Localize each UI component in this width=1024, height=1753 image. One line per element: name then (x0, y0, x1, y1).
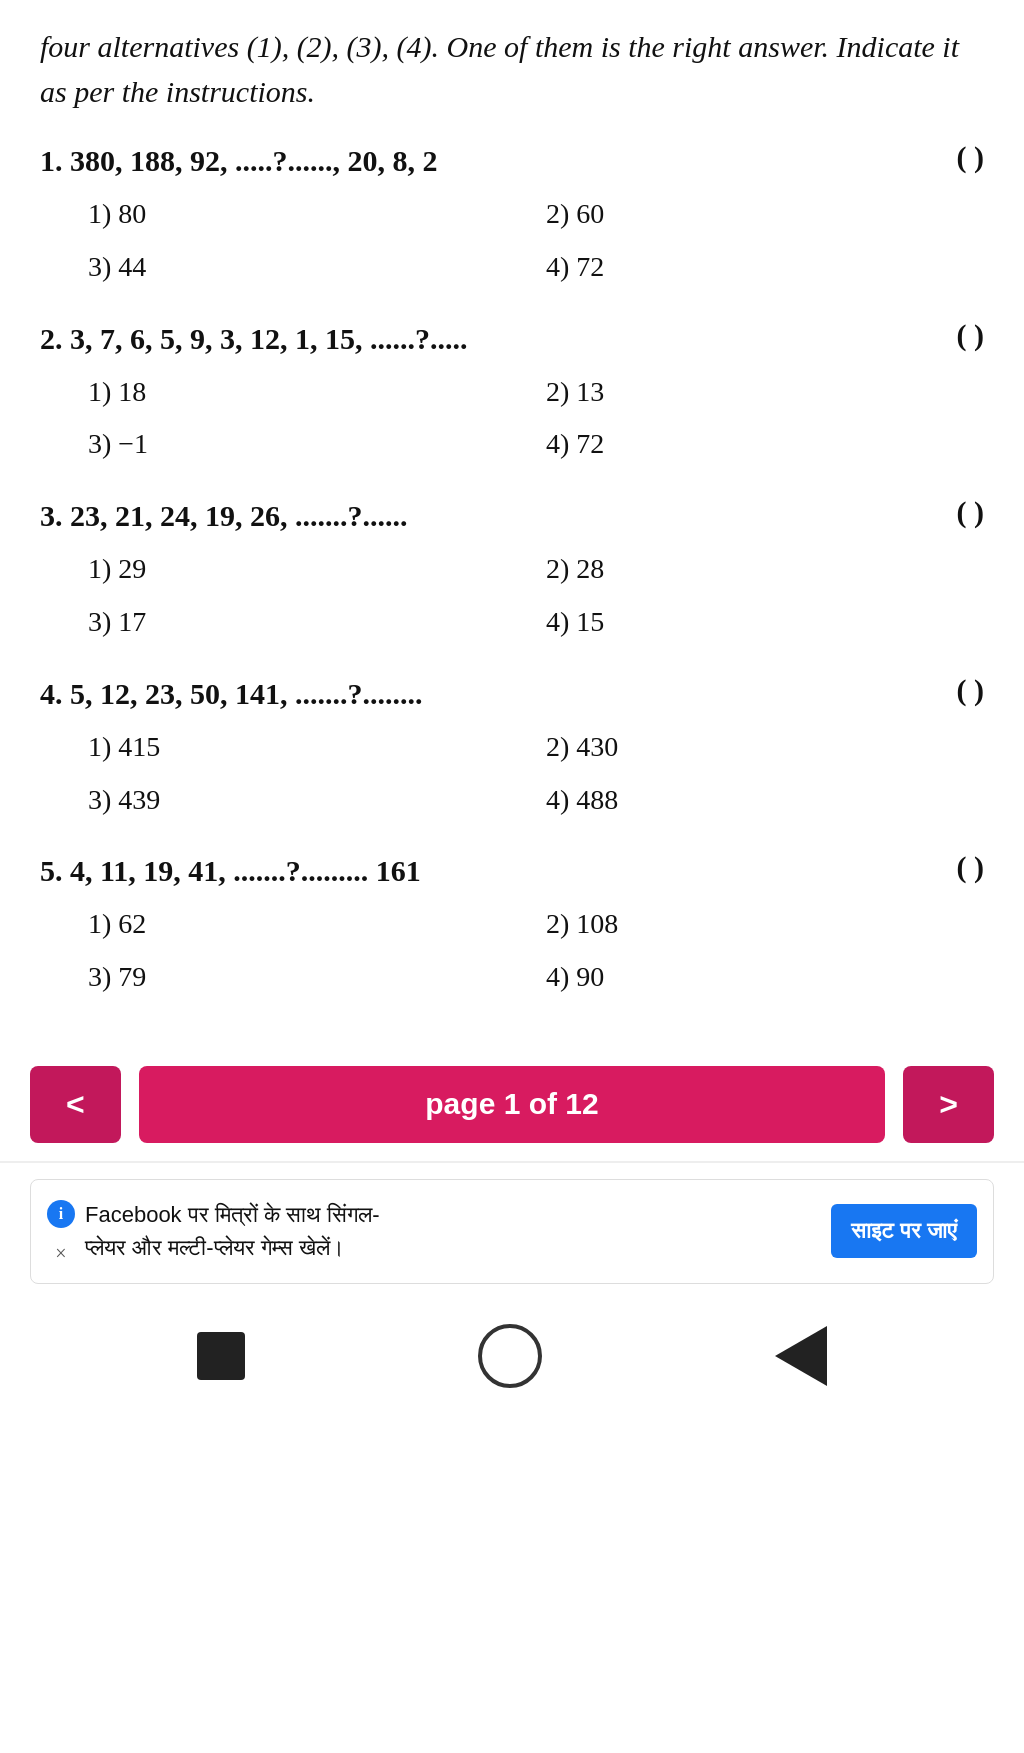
question-2-options: 1) 18 2) 13 3) −1 4) 72 (40, 370, 984, 468)
question-2-text: 2. 3, 7, 6, 5, 9, 3, 12, 1, 15, ......?.… (40, 318, 937, 360)
q4-opt1: 1) 415 (88, 725, 526, 770)
q1-opt3: 3) 44 (88, 245, 526, 290)
page-info-button[interactable]: page 1 of 12 (139, 1066, 886, 1143)
q3-opt2: 2) 28 (546, 547, 984, 592)
intro-text: four alternatives (1), (2), (3), (4). On… (0, 0, 1024, 130)
question-5-bracket: ( ) (937, 850, 984, 884)
question-5-options: 1) 62 2) 108 3) 79 4) 90 (40, 902, 984, 1000)
q1-opt1: 1) 80 (88, 192, 526, 237)
divider (0, 1161, 1024, 1163)
q4-opt3: 3) 439 (88, 778, 526, 823)
question-4-text: 4. 5, 12, 23, 50, 141, .......?........ (40, 673, 937, 715)
questions-area: 1. 380, 188, 92, .....?......, 20, 8, 2 … (0, 130, 1024, 1048)
q2-opt1: 1) 18 (88, 370, 526, 415)
ad-info-icon: i (47, 1200, 75, 1228)
ad-visit-button[interactable]: साइट पर जाएं (831, 1204, 977, 1258)
q2-opt4: 4) 72 (546, 422, 984, 467)
question-3-bracket: ( ) (937, 495, 984, 529)
ad-text-area: Facebook पर मित्रों के साथ सिंगल- प्लेयर… (85, 1198, 380, 1264)
question-block-2: 2. 3, 7, 6, 5, 9, 3, 12, 1, 15, ......?.… (40, 318, 984, 468)
question-4-options: 1) 415 2) 430 3) 439 4) 488 (40, 725, 984, 823)
ad-text-line1: Facebook पर मित्रों के साथ सिंगल- (85, 1198, 380, 1231)
q5-opt2: 2) 108 (546, 902, 984, 947)
question-block-3: 3. 23, 21, 24, 19, 26, .......?...... ( … (40, 495, 984, 645)
q4-opt2: 2) 430 (546, 725, 984, 770)
q3-opt3: 3) 17 (88, 600, 526, 645)
pagination-bar: < page 1 of 12 > (0, 1048, 1024, 1161)
ad-banner: i × Facebook पर मित्रों के साथ सिंगल- प्… (30, 1179, 994, 1284)
q4-opt4: 4) 488 (546, 778, 984, 823)
nav-back-button[interactable] (775, 1326, 827, 1386)
q3-opt4: 4) 15 (546, 600, 984, 645)
ad-close-icon[interactable]: × (55, 1242, 66, 1265)
question-3-text: 3. 23, 21, 24, 19, 26, .......?...... (40, 495, 937, 537)
page-wrapper: four alternatives (1), (2), (3), (4). On… (0, 0, 1024, 1418)
q5-opt3: 3) 79 (88, 955, 526, 1000)
q1-opt4: 4) 72 (546, 245, 984, 290)
question-2-bracket: ( ) (937, 318, 984, 352)
bottom-nav-bar (0, 1300, 1024, 1418)
q2-opt3: 3) −1 (88, 422, 526, 467)
next-page-button[interactable]: > (903, 1066, 994, 1143)
question-1-text: 1. 380, 188, 92, .....?......, 20, 8, 2 (40, 140, 937, 182)
q1-opt2: 2) 60 (546, 192, 984, 237)
question-block-5: 5. 4, 11, 19, 41, .......?......... 161 … (40, 850, 984, 1000)
q3-opt1: 1) 29 (88, 547, 526, 592)
question-5-text: 5. 4, 11, 19, 41, .......?......... 161 (40, 850, 937, 892)
question-block-1: 1. 380, 188, 92, .....?......, 20, 8, 2 … (40, 140, 984, 290)
question-block-4: 4. 5, 12, 23, 50, 141, .......?........ … (40, 673, 984, 823)
q5-opt4: 4) 90 (546, 955, 984, 1000)
question-4-bracket: ( ) (937, 673, 984, 707)
ad-left: i × Facebook पर मित्रों के साथ सिंगल- प्… (47, 1198, 815, 1265)
question-3-options: 1) 29 2) 28 3) 17 4) 15 (40, 547, 984, 645)
prev-page-button[interactable]: < (30, 1066, 121, 1143)
q5-opt1: 1) 62 (88, 902, 526, 947)
question-1-options: 1) 80 2) 60 3) 44 4) 72 (40, 192, 984, 290)
q2-opt2: 2) 13 (546, 370, 984, 415)
nav-circle-button[interactable] (478, 1324, 542, 1388)
nav-square-button[interactable] (197, 1332, 245, 1380)
question-1-bracket: ( ) (937, 140, 984, 174)
ad-text-line2: प्लेयर और मल्टी-प्लेयर गेम्स खेलें। (85, 1231, 380, 1264)
